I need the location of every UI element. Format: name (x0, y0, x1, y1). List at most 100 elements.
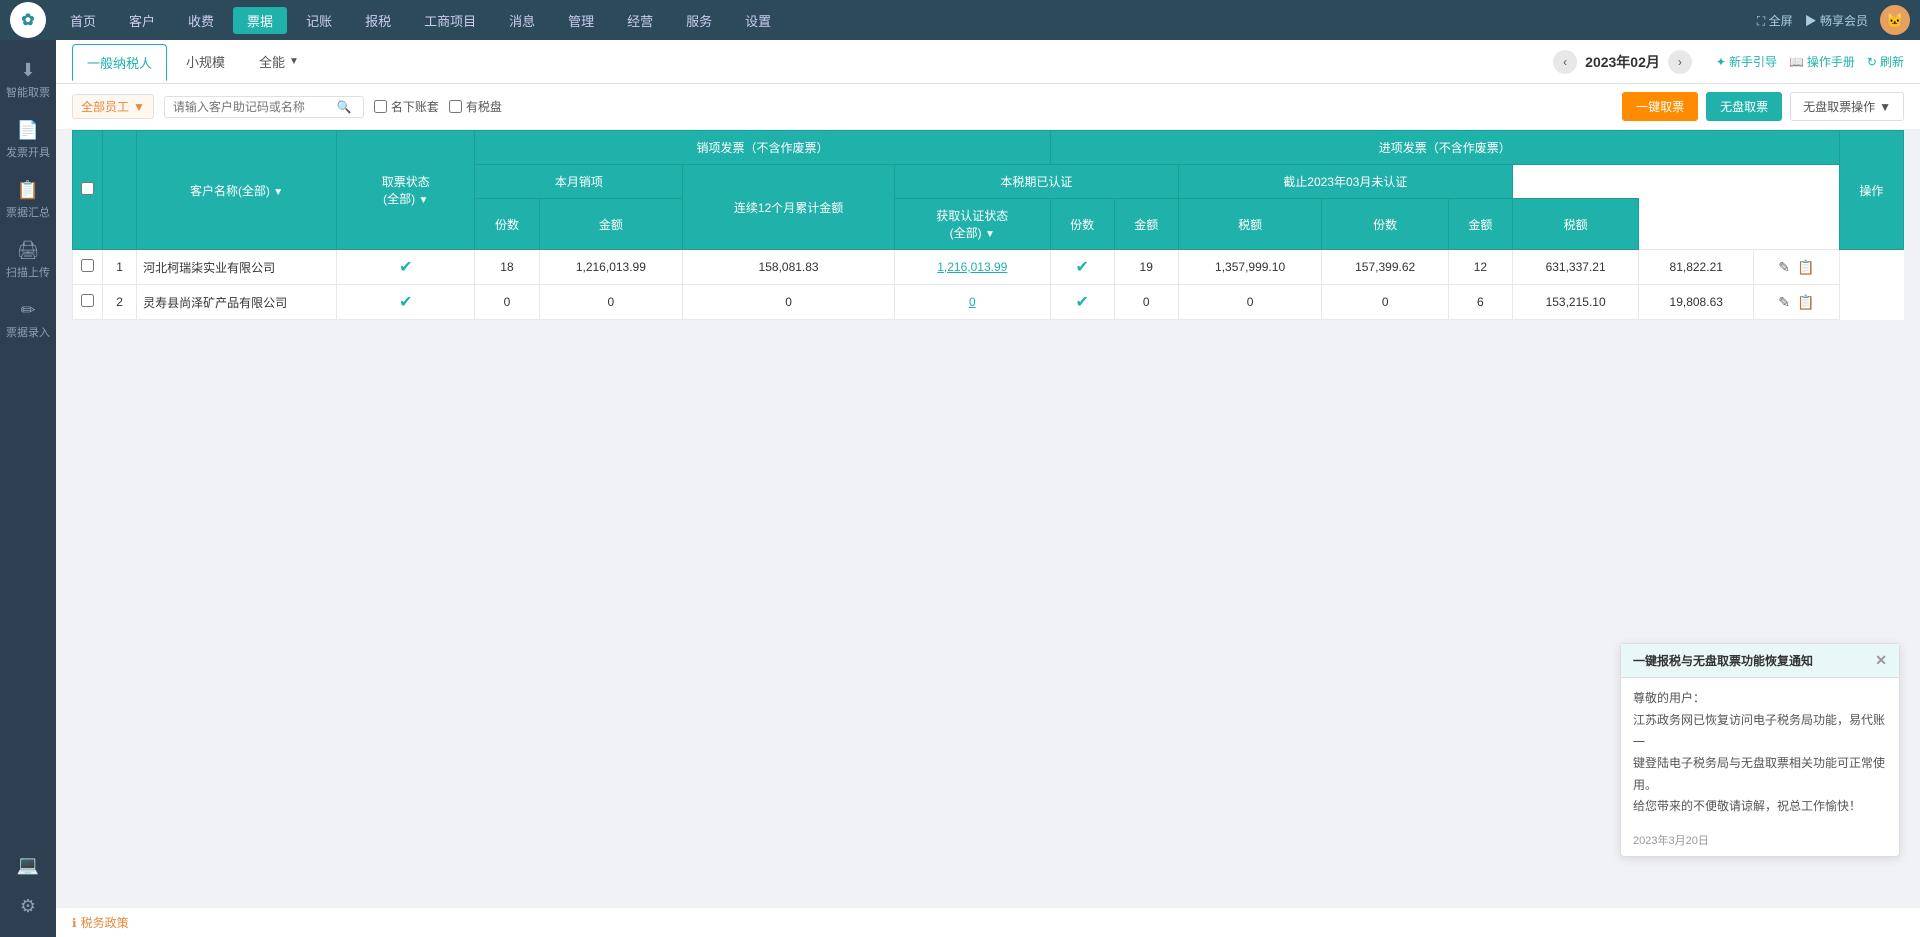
row1-status-icon: ✔ (399, 259, 412, 276)
manual-btn[interactable]: 📖 操作手册 (1789, 53, 1855, 70)
nav-billing[interactable]: 收费 (174, 7, 228, 34)
nav-services[interactable]: 服务 (672, 7, 726, 34)
notification-popup: 一键报税与无盘取票功能恢复通知 ✕ 尊敬的用户： 江苏政务网已恢复访问电子税务局… (1620, 643, 1900, 857)
nav-operations[interactable]: 经营 (613, 7, 667, 34)
col-uncert-tax: 税额 (1512, 199, 1638, 250)
checkbox-has-tax-disk[interactable]: 有税盘 (449, 98, 502, 115)
tab-general-taxpayer[interactable]: 一般纳税人 (72, 44, 167, 81)
nav-tax[interactable]: 报税 (351, 7, 405, 34)
row2-sales-amount: 0 (539, 285, 683, 320)
company-filter-icon[interactable]: ▼ (273, 187, 283, 198)
tab-all[interactable]: 全能 ▼ (244, 43, 314, 80)
row1-edit-icon[interactable]: ✎ (1778, 259, 1790, 275)
checkbox-my-accounts-label: 名下账套 (391, 98, 439, 115)
row1-checkbox[interactable] (81, 259, 94, 272)
col-company-header: 客户名称(全部) ▼ (137, 131, 337, 250)
period-navigation: ‹ 2023年02月 › (1553, 50, 1692, 74)
no-disk-fetch-btn[interactable]: 无盘取票 (1706, 92, 1782, 121)
row2-company: 灵寿县尚泽矿产品有限公司 (137, 285, 337, 320)
user-avatar[interactable]: 🐱 (1880, 5, 1910, 35)
nav-settings[interactable]: 设置 (731, 7, 785, 34)
col-cert-status-sub: 获取认证状态(全部) ▼ (894, 199, 1050, 250)
row1-index: 1 (103, 250, 137, 285)
status-filter-icon[interactable]: ▼ (418, 195, 428, 206)
beginner-guide-btn[interactable]: ✦ 新手引导 (1716, 53, 1777, 70)
row2-cumulative-link[interactable]: 0 (969, 295, 976, 309)
row2-status-icon: ✔ (399, 294, 412, 311)
col-sales-count: 份数 (475, 199, 539, 250)
main-table-container: 客户名称(全部) ▼ 取票状态(全部) ▼ 销项发票（不含作废票） 进项发票（不… (56, 130, 1920, 336)
has-tax-disk-checkbox[interactable] (449, 100, 462, 113)
tab-small-scale[interactable]: 小规模 (171, 43, 240, 80)
row2-checkbox[interactable] (81, 294, 94, 307)
tax-policy-link[interactable]: 税务政策 (81, 914, 129, 931)
fullscreen-btn[interactable]: ⛶ 全屏 (1757, 12, 1793, 29)
sidebar-item-computer[interactable]: 💻 (0, 845, 56, 886)
member-btn[interactable]: ▶ 畅享会员 (1805, 12, 1868, 29)
search-input[interactable] (173, 100, 333, 114)
row2-checkbox-cell (73, 285, 103, 320)
col-cert-amount: 金额 (1114, 199, 1178, 250)
nav-clients[interactable]: 客户 (115, 7, 169, 34)
row2-cert-count: 0 (1114, 285, 1178, 320)
col-cert-tax: 税额 (1178, 199, 1322, 250)
row1-cert-count: 19 (1114, 250, 1178, 285)
popup-body: 尊敬的用户： 江苏政务网已恢复访问电子税务局功能，易代账一 键登陆电子税务局与无… (1621, 678, 1899, 828)
nav-home[interactable]: 首页 (56, 7, 110, 34)
nav-bookkeeping[interactable]: 记账 (292, 7, 346, 34)
tab-all-dropdown-icon[interactable]: ▼ (289, 56, 299, 67)
row2-uncert-tax: 19,808.63 (1639, 285, 1754, 320)
select-all-checkbox[interactable] (81, 182, 94, 195)
staff-selector[interactable]: 全部员工 ▼ (72, 94, 154, 119)
nav-tickets[interactable]: 票据 (233, 7, 287, 34)
nav-management[interactable]: 管理 (554, 7, 608, 34)
row1-cert-status: ✔ (1050, 250, 1114, 285)
sidebar-item-smart-fetch[interactable]: ⬇ 智能取票 (0, 50, 56, 110)
nav-right-actions: ⛶ 全屏 ▶ 畅享会员 🐱 (1757, 5, 1910, 35)
row2-cumulative: 0 (894, 285, 1050, 320)
sidebar-item-invoice-open[interactable]: 📄 发票开具 (0, 110, 56, 170)
row2-cert-status-icon: ✔ (1075, 294, 1088, 311)
cert-filter-icon[interactable]: ▼ (985, 229, 995, 240)
row1-cumulative-link[interactable]: 1,216,013.99 (937, 260, 1007, 274)
refresh-btn[interactable]: ↻ 刷新 (1867, 53, 1904, 70)
staff-dropdown-icon: ▼ (133, 100, 145, 114)
next-period-btn[interactable]: › (1668, 50, 1692, 74)
bottom-bar: ℹ 税务政策 (56, 907, 1920, 937)
my-accounts-checkbox[interactable] (374, 100, 387, 113)
logo-icon: ✿ (10, 2, 46, 38)
prev-period-btn[interactable]: ‹ (1553, 50, 1577, 74)
table-row: 1 河北柯瑞柒实业有限公司 ✔ 18 1,216,013.99 158,081.… (73, 250, 1904, 285)
row2-edit-icon[interactable]: ✎ (1778, 294, 1790, 310)
ticket-entry-icon: ✏ (20, 300, 35, 321)
row1-view-icon[interactable]: 📋 (1797, 259, 1814, 275)
row1-checkbox-cell (73, 250, 103, 285)
no-disk-ops-label: 无盘取票操作 (1803, 98, 1875, 115)
sidebar-item-ticket-entry[interactable]: ✏ 票据录入 (0, 290, 56, 350)
col-status-header: 取票状态(全部) ▼ (337, 131, 475, 250)
one-key-fetch-btn[interactable]: 一键取票 (1622, 92, 1698, 121)
sidebar-label-smart-fetch: 智能取票 (6, 84, 50, 100)
row2-cert-status: ✔ (1050, 285, 1114, 320)
col-certified-header: 本税期已认证 (894, 165, 1178, 199)
action-buttons: 一键取票 无盘取票 无盘取票操作 ▼ (1622, 92, 1904, 121)
no-disk-ops-btn[interactable]: 无盘取票操作 ▼ (1790, 92, 1904, 121)
col-monthly-sales-header: 本月销项 (475, 165, 683, 199)
search-box: 🔍 (164, 96, 364, 118)
row1-sales-count: 18 (475, 250, 539, 285)
sidebar-item-ticket-summary[interactable]: 📋 票据汇总 (0, 170, 56, 230)
row1-actions: ✎ 📋 (1754, 250, 1840, 285)
checkbox-my-accounts[interactable]: 名下账套 (374, 98, 439, 115)
row1-company: 河北柯瑞柒实业有限公司 (137, 250, 337, 285)
nav-messages[interactable]: 消息 (495, 7, 549, 34)
sidebar-item-scan-upload[interactable]: 🖨 扫描上传 (0, 230, 56, 290)
popup-close-btn[interactable]: ✕ (1875, 652, 1887, 669)
row2-cert-amount: 0 (1178, 285, 1322, 320)
nav-business[interactable]: 工商项目 (410, 7, 490, 34)
settings-icon: ⚙ (20, 896, 36, 917)
row1-cert-tax: 157,399.62 (1322, 250, 1448, 285)
row2-view-icon[interactable]: 📋 (1797, 294, 1814, 310)
sidebar-item-settings[interactable]: ⚙ (0, 886, 56, 927)
nav-menu: 首页 客户 收费 票据 记账 报税 工商项目 消息 管理 经营 服务 设置 (56, 7, 1757, 34)
row1-uncert-count: 12 (1448, 250, 1512, 285)
